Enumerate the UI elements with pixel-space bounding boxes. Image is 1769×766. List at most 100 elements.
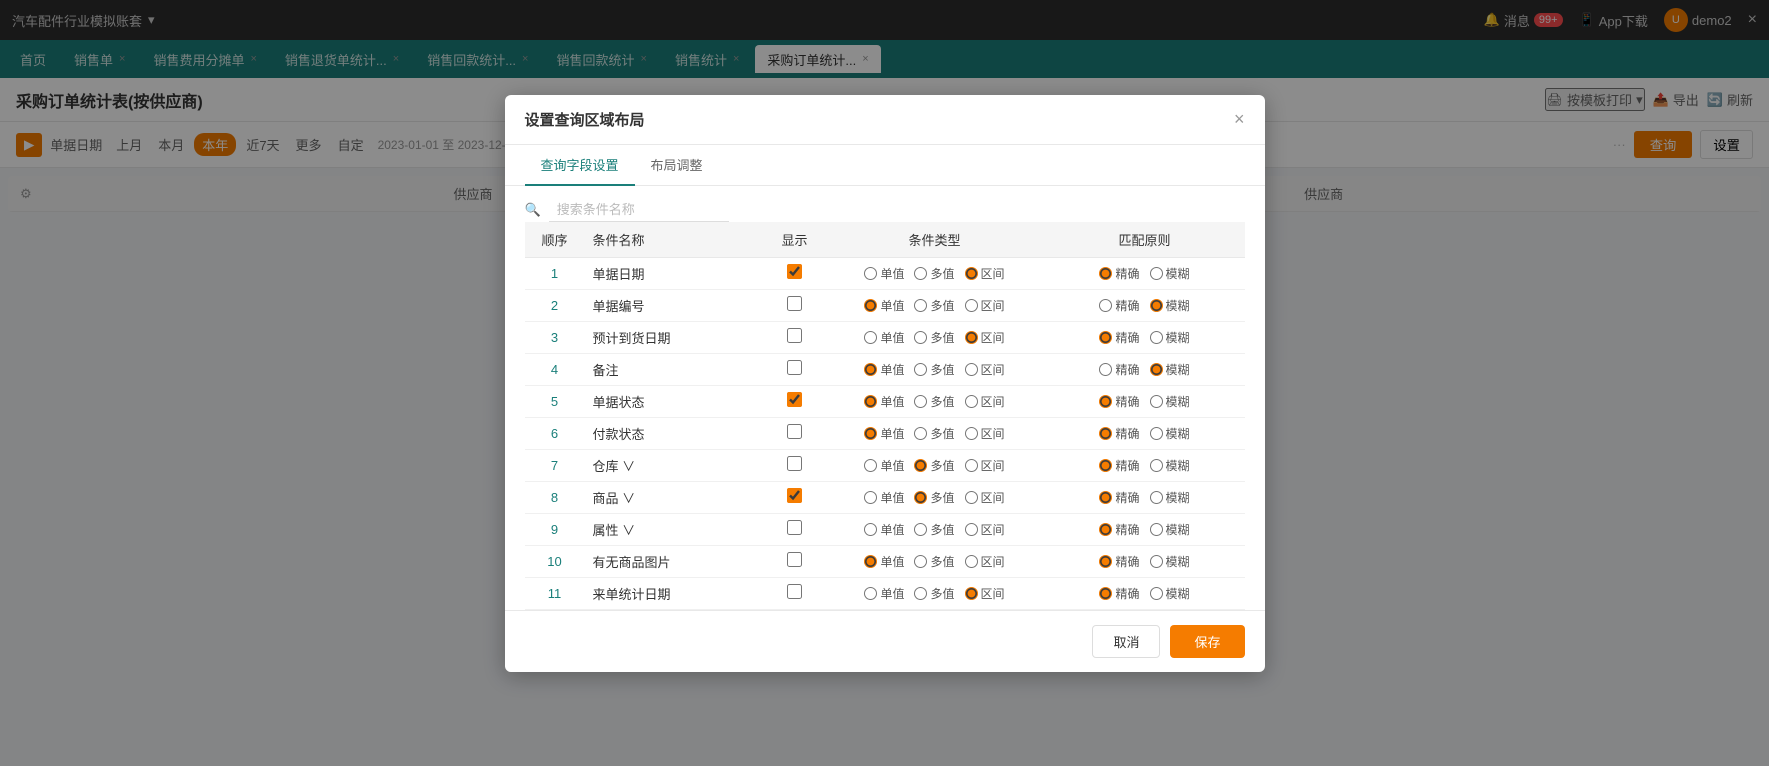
match-exact-radio[interactable] <box>1099 267 1112 280</box>
match-exact-radio[interactable] <box>1099 523 1112 536</box>
match-exact-label[interactable]: 精确 <box>1099 585 1139 602</box>
cond-range-radio[interactable] <box>965 523 978 536</box>
cond-single-radio[interactable] <box>864 299 877 312</box>
cond-single-radio[interactable] <box>864 459 877 472</box>
cond-single-radio[interactable] <box>864 395 877 408</box>
cond-multi-radio[interactable] <box>914 267 927 280</box>
cond-single-radio[interactable] <box>864 587 877 600</box>
cond-multi-label[interactable]: 多值 <box>914 329 954 346</box>
match-exact-radio[interactable] <box>1099 555 1112 568</box>
save-button[interactable]: 保存 <box>1170 625 1244 658</box>
match-fuzzy-radio[interactable] <box>1150 427 1163 440</box>
match-fuzzy-label[interactable]: 模糊 <box>1150 297 1190 314</box>
row-display[interactable] <box>765 296 825 314</box>
match-fuzzy-radio[interactable] <box>1150 331 1163 344</box>
cond-multi-radio[interactable] <box>914 331 927 344</box>
match-fuzzy-radio[interactable] <box>1150 523 1163 536</box>
match-exact-label[interactable]: 精确 <box>1099 265 1139 282</box>
match-exact-radio[interactable] <box>1099 587 1112 600</box>
match-exact-label[interactable]: 精确 <box>1099 457 1139 474</box>
cond-range-label[interactable]: 区间 <box>965 489 1005 506</box>
match-exact-label[interactable]: 精确 <box>1099 553 1139 570</box>
match-fuzzy-label[interactable]: 模糊 <box>1150 393 1190 410</box>
match-exact-label[interactable]: 精确 <box>1099 361 1139 378</box>
match-exact-radio[interactable] <box>1099 299 1112 312</box>
match-fuzzy-label[interactable]: 模糊 <box>1150 521 1190 538</box>
row-display[interactable] <box>765 328 825 346</box>
cond-multi-label[interactable]: 多值 <box>914 393 954 410</box>
dialog-close-button[interactable]: × <box>1234 110 1245 128</box>
cond-range-radio[interactable] <box>965 267 978 280</box>
display-checkbox[interactable] <box>787 520 802 535</box>
cond-multi-radio[interactable] <box>914 427 927 440</box>
cond-range-label[interactable]: 区间 <box>965 457 1005 474</box>
match-fuzzy-label[interactable]: 模糊 <box>1150 265 1190 282</box>
cond-single-label[interactable]: 单值 <box>864 265 904 282</box>
cond-range-radio[interactable] <box>965 331 978 344</box>
display-checkbox[interactable] <box>787 584 802 599</box>
cond-range-radio[interactable] <box>965 491 978 504</box>
match-fuzzy-label[interactable]: 模糊 <box>1150 457 1190 474</box>
tab-layout-adjust[interactable]: 布局调整 <box>635 145 719 186</box>
cond-single-label[interactable]: 单值 <box>864 329 904 346</box>
display-checkbox[interactable] <box>787 456 802 471</box>
cond-single-label[interactable]: 单值 <box>864 393 904 410</box>
cond-multi-label[interactable]: 多值 <box>914 521 954 538</box>
cond-single-label[interactable]: 单值 <box>864 297 904 314</box>
cond-multi-label[interactable]: 多值 <box>914 425 954 442</box>
match-fuzzy-label[interactable]: 模糊 <box>1150 585 1190 602</box>
match-fuzzy-radio[interactable] <box>1150 363 1163 376</box>
cond-multi-radio[interactable] <box>914 587 927 600</box>
match-exact-label[interactable]: 精确 <box>1099 489 1139 506</box>
display-checkbox[interactable] <box>787 264 802 279</box>
cond-single-label[interactable]: 单值 <box>864 585 904 602</box>
row-display[interactable] <box>765 520 825 538</box>
cond-multi-label[interactable]: 多值 <box>914 361 954 378</box>
cond-multi-radio[interactable] <box>914 459 927 472</box>
cond-range-radio[interactable] <box>965 459 978 472</box>
match-exact-radio[interactable] <box>1099 459 1112 472</box>
cond-single-label[interactable]: 单值 <box>864 425 904 442</box>
match-fuzzy-label[interactable]: 模糊 <box>1150 425 1190 442</box>
cond-multi-radio[interactable] <box>914 523 927 536</box>
match-fuzzy-radio[interactable] <box>1150 267 1163 280</box>
cond-multi-radio[interactable] <box>914 299 927 312</box>
match-exact-radio[interactable] <box>1099 331 1112 344</box>
display-checkbox[interactable] <box>787 296 802 311</box>
row-display[interactable] <box>765 424 825 442</box>
row-display[interactable] <box>765 264 825 282</box>
cond-range-label[interactable]: 区间 <box>965 425 1005 442</box>
cond-range-label[interactable]: 区间 <box>965 329 1005 346</box>
row-display[interactable] <box>765 584 825 602</box>
match-fuzzy-radio[interactable] <box>1150 459 1163 472</box>
cond-single-radio[interactable] <box>864 267 877 280</box>
match-exact-radio[interactable] <box>1099 491 1112 504</box>
display-checkbox[interactable] <box>787 328 802 343</box>
cond-single-label[interactable]: 单值 <box>864 361 904 378</box>
row-display[interactable] <box>765 360 825 378</box>
match-fuzzy-radio[interactable] <box>1150 491 1163 504</box>
cond-multi-label[interactable]: 多值 <box>914 489 954 506</box>
cond-range-radio[interactable] <box>965 427 978 440</box>
match-fuzzy-radio[interactable] <box>1150 299 1163 312</box>
cond-range-label[interactable]: 区间 <box>965 361 1005 378</box>
display-checkbox[interactable] <box>787 392 802 407</box>
tab-query-fields[interactable]: 查询字段设置 <box>525 145 635 186</box>
match-fuzzy-label[interactable]: 模糊 <box>1150 329 1190 346</box>
cond-single-radio[interactable] <box>864 363 877 376</box>
cond-range-label[interactable]: 区间 <box>965 393 1005 410</box>
match-exact-label[interactable]: 精确 <box>1099 297 1139 314</box>
cond-single-label[interactable]: 单值 <box>864 457 904 474</box>
match-fuzzy-radio[interactable] <box>1150 395 1163 408</box>
display-checkbox[interactable] <box>787 424 802 439</box>
cond-range-radio[interactable] <box>965 555 978 568</box>
display-checkbox[interactable] <box>787 360 802 375</box>
row-display[interactable] <box>765 552 825 570</box>
display-checkbox[interactable] <box>787 552 802 567</box>
match-exact-radio[interactable] <box>1099 395 1112 408</box>
match-exact-radio[interactable] <box>1099 427 1112 440</box>
cond-multi-label[interactable]: 多值 <box>914 457 954 474</box>
cond-range-radio[interactable] <box>965 299 978 312</box>
cond-range-label[interactable]: 区间 <box>965 297 1005 314</box>
match-exact-label[interactable]: 精确 <box>1099 521 1139 538</box>
